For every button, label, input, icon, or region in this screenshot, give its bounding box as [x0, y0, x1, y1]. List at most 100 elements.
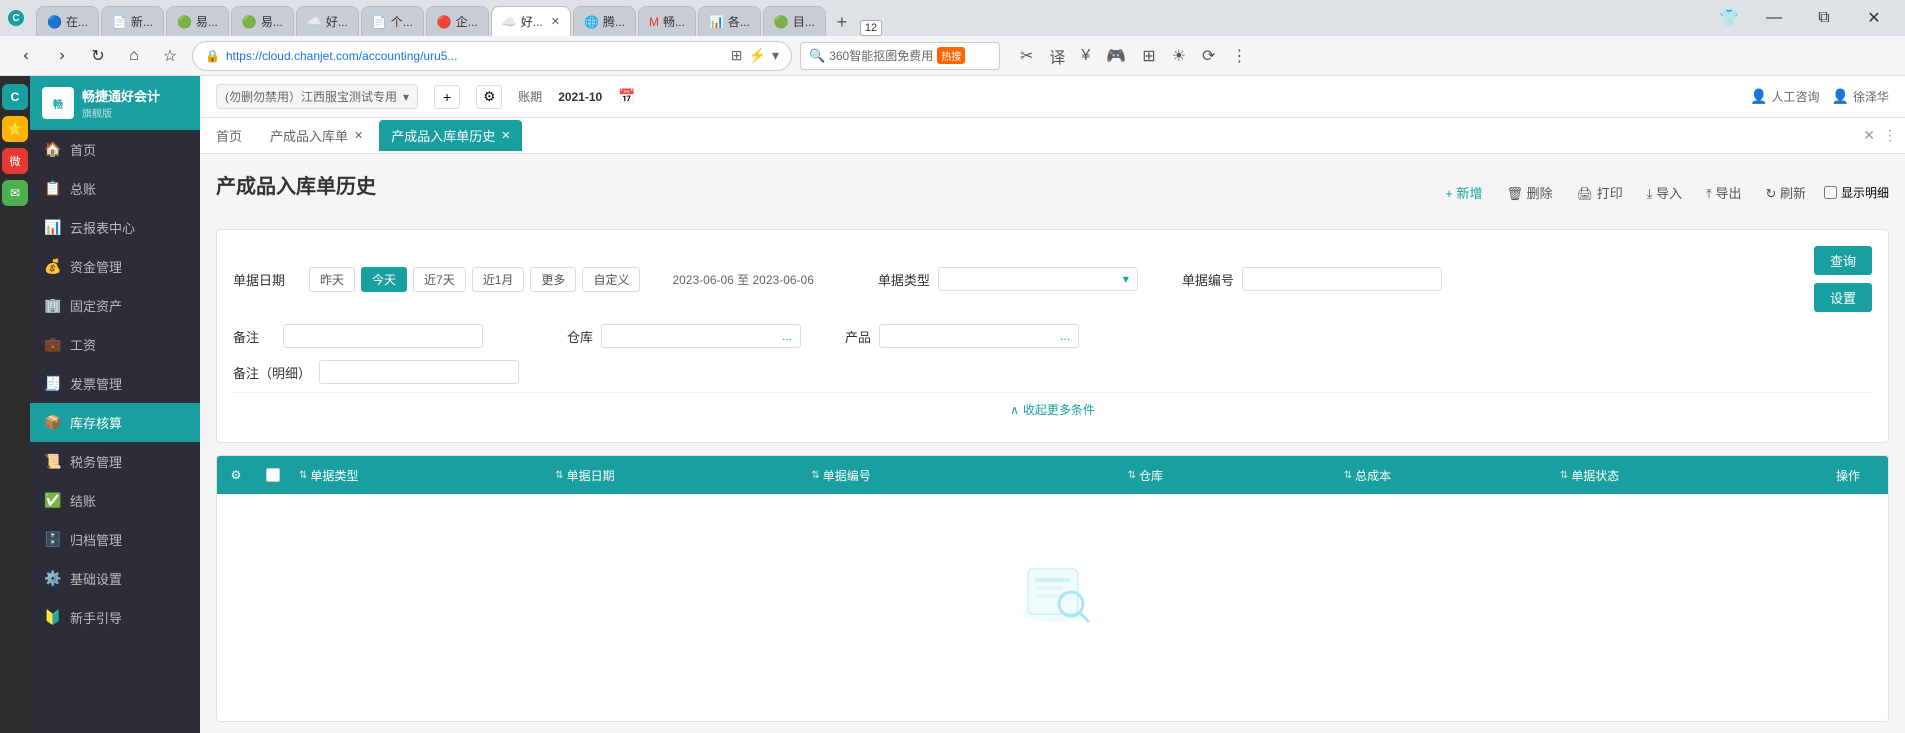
- browser-tab-7[interactable]: 🔴 企...: [426, 6, 489, 36]
- date-btn-1month[interactable]: 近1月: [472, 267, 525, 292]
- browser-tab-10[interactable]: M 畅...: [638, 6, 696, 36]
- import-button[interactable]: ⤓ 导入: [1641, 181, 1688, 204]
- grid-toolbar-btn[interactable]: ⊞: [1138, 44, 1159, 68]
- show-detail-checkbox-label[interactable]: 显示明细: [1824, 184, 1889, 201]
- browser-tab-8[interactable]: ☁️ 好... ✕: [491, 6, 571, 36]
- sidebar-item-inventory[interactable]: 📦 库存核算: [30, 403, 200, 442]
- account-settings-button[interactable]: ⚙: [476, 85, 502, 109]
- more-toolbar-btn[interactable]: ⋮: [1227, 44, 1251, 68]
- warehouse-select[interactable]: ...: [601, 324, 801, 348]
- date-btn-more[interactable]: 更多: [530, 267, 576, 292]
- table-col-cost[interactable]: ⇅ 总成本: [1336, 467, 1552, 484]
- table-col-check[interactable]: [255, 468, 291, 482]
- show-detail-checkbox[interactable]: [1824, 186, 1837, 199]
- number-filter-input[interactable]: [1242, 267, 1442, 291]
- breadcrumb-home[interactable]: 首页: [208, 122, 250, 149]
- export-button[interactable]: ⤒ 导出: [1700, 181, 1747, 204]
- print-button[interactable]: 🖨 打印: [1571, 181, 1629, 204]
- tab-voucher-history-close[interactable]: ✕: [501, 129, 510, 142]
- type-select-arrow: ▾: [1123, 272, 1129, 286]
- customer-service-link[interactable]: 👤 人工咨询: [1750, 88, 1819, 105]
- shirt-icon[interactable]: 👕: [1711, 4, 1747, 32]
- date-btn-7days[interactable]: 近7天: [413, 267, 466, 292]
- browser-tab-6[interactable]: 📄 个...: [361, 6, 424, 36]
- date-btn-today[interactable]: 今天: [361, 267, 407, 292]
- game-toolbar-btn[interactable]: 🎮: [1102, 44, 1130, 68]
- remark-filter-input[interactable]: [283, 324, 483, 348]
- sidebar-item-assets[interactable]: 🏢 固定资产: [30, 286, 200, 325]
- app-icon-star[interactable]: ⭐: [2, 116, 28, 142]
- table-col-status[interactable]: ⇅ 单据状态: [1552, 467, 1808, 484]
- url-bar[interactable]: 🔒 https://cloud.chanjet.com/accounting/u…: [192, 41, 792, 71]
- sidebar-item-funds[interactable]: 💰 资金管理: [30, 247, 200, 286]
- refresh-page-button[interactable]: ↻ 刷新: [1759, 181, 1812, 204]
- window-restore-button[interactable]: ⧉: [1801, 0, 1847, 36]
- sidebar-item-home[interactable]: 🏠 首页: [30, 130, 200, 169]
- account-selector[interactable]: (勿删勿禁用）江西服宝测试专用 ▾: [216, 84, 418, 109]
- yuan-toolbar-btn[interactable]: ¥: [1077, 45, 1094, 67]
- browser-tab-4[interactable]: 🟢 易...: [231, 6, 294, 36]
- sidebar-item-reports[interactable]: 📊 云报表中心: [30, 208, 200, 247]
- filter-settings-button[interactable]: 设置: [1814, 283, 1872, 312]
- calendar-button[interactable]: 📅: [618, 88, 635, 105]
- app-icon-chanjet[interactable]: C: [2, 84, 28, 110]
- new-tab-button[interactable]: +: [828, 8, 856, 36]
- tab-bar-close-icon[interactable]: ✕: [1863, 127, 1875, 144]
- detail-remark-label: 备注（明细）: [233, 363, 311, 382]
- sidebar-item-newentry[interactable]: 🔰 新手引导: [30, 598, 200, 637]
- tab-voucher-history[interactable]: 产成品入库单历史 ✕: [379, 120, 522, 151]
- sidebar-item-ledger[interactable]: 📋 总账: [30, 169, 200, 208]
- tab-8-label: 好...: [521, 13, 543, 30]
- tab-voucher-list-close[interactable]: ✕: [354, 129, 363, 142]
- browser-tab-9[interactable]: 🌐 腾...: [573, 6, 636, 36]
- query-button[interactable]: 查询: [1814, 246, 1872, 275]
- refresh-button[interactable]: ↻: [84, 42, 112, 70]
- sidebar-item-tax[interactable]: 📜 税务管理: [30, 442, 200, 481]
- forward-button[interactable]: ›: [48, 42, 76, 70]
- add-account-button[interactable]: +: [434, 85, 460, 109]
- app-icon-weibo[interactable]: 微: [2, 148, 28, 174]
- window-minimize-button[interactable]: —: [1751, 0, 1797, 36]
- bookmark-button[interactable]: ☆: [156, 42, 184, 70]
- translate-toolbar-btn[interactable]: 译: [1045, 42, 1069, 70]
- sync-toolbar-btn[interactable]: ⟳: [1198, 44, 1219, 68]
- sidebar-item-archive[interactable]: 🗄️ 归档管理: [30, 520, 200, 559]
- window-close-button[interactable]: ✕: [1851, 0, 1897, 36]
- sidebar-item-settings[interactable]: ⚙️ 基础设置: [30, 559, 200, 598]
- tab-bar-more-icon[interactable]: ⋮: [1883, 127, 1897, 144]
- user-profile[interactable]: 👤 徐泽华: [1832, 88, 1889, 105]
- sun-toolbar-btn[interactable]: ☀: [1168, 44, 1190, 68]
- collapse-bar[interactable]: ∧ 收起更多条件: [233, 392, 1872, 426]
- table-col-date[interactable]: ⇅ 单据日期: [547, 467, 803, 484]
- date-btn-yesterday[interactable]: 昨天: [309, 267, 355, 292]
- detail-remark-input[interactable]: [319, 360, 519, 384]
- back-button[interactable]: ‹: [12, 42, 40, 70]
- sidebar-item-settlement[interactable]: ✅ 结账: [30, 481, 200, 520]
- sort-type-icon: ⇅: [299, 470, 307, 481]
- table-col-type[interactable]: ⇅ 单据类型: [291, 467, 547, 484]
- add-button[interactable]: + 新增: [1439, 181, 1488, 204]
- tab-8-close[interactable]: ✕: [551, 15, 560, 28]
- browser-tab-5[interactable]: ☁️ 好...: [296, 6, 359, 36]
- table-col-settings[interactable]: ⚙: [217, 468, 255, 482]
- delete-button[interactable]: 🗑 删除: [1501, 181, 1559, 204]
- app-icon-email[interactable]: ✉: [2, 180, 28, 206]
- home-button[interactable]: ⌂: [120, 42, 148, 70]
- tab-voucher-list[interactable]: 产成品入库单 ✕: [258, 120, 375, 151]
- browser-tab-11[interactable]: 📊 各...: [698, 6, 761, 36]
- date-btn-custom[interactable]: 自定义: [582, 267, 640, 292]
- sidebar-item-invoice[interactable]: 🧾 发票管理: [30, 364, 200, 403]
- product-select[interactable]: ...: [879, 324, 1079, 348]
- scissors-toolbar-btn[interactable]: ✂: [1016, 44, 1037, 68]
- browser-tab-1[interactable]: 🔵 在...: [36, 6, 99, 36]
- dropdown-icon[interactable]: ▾: [772, 47, 779, 64]
- sidebar-item-payroll[interactable]: 💼 工资: [30, 325, 200, 364]
- table-select-all-checkbox[interactable]: [266, 468, 280, 482]
- browser-tab-3[interactable]: 🟢 易...: [166, 6, 229, 36]
- type-select[interactable]: ▾: [938, 267, 1138, 291]
- browser-tab-12[interactable]: 🟢 目...: [763, 6, 826, 36]
- browser-tab-2[interactable]: 📄 新...: [101, 6, 164, 36]
- search-bar-extension[interactable]: 🔍 360智能抠图免费用 热搜: [800, 42, 1000, 70]
- table-col-number[interactable]: ⇅ 单据编号: [803, 467, 1119, 484]
- table-col-warehouse[interactable]: ⇅ 仓库: [1120, 467, 1336, 484]
